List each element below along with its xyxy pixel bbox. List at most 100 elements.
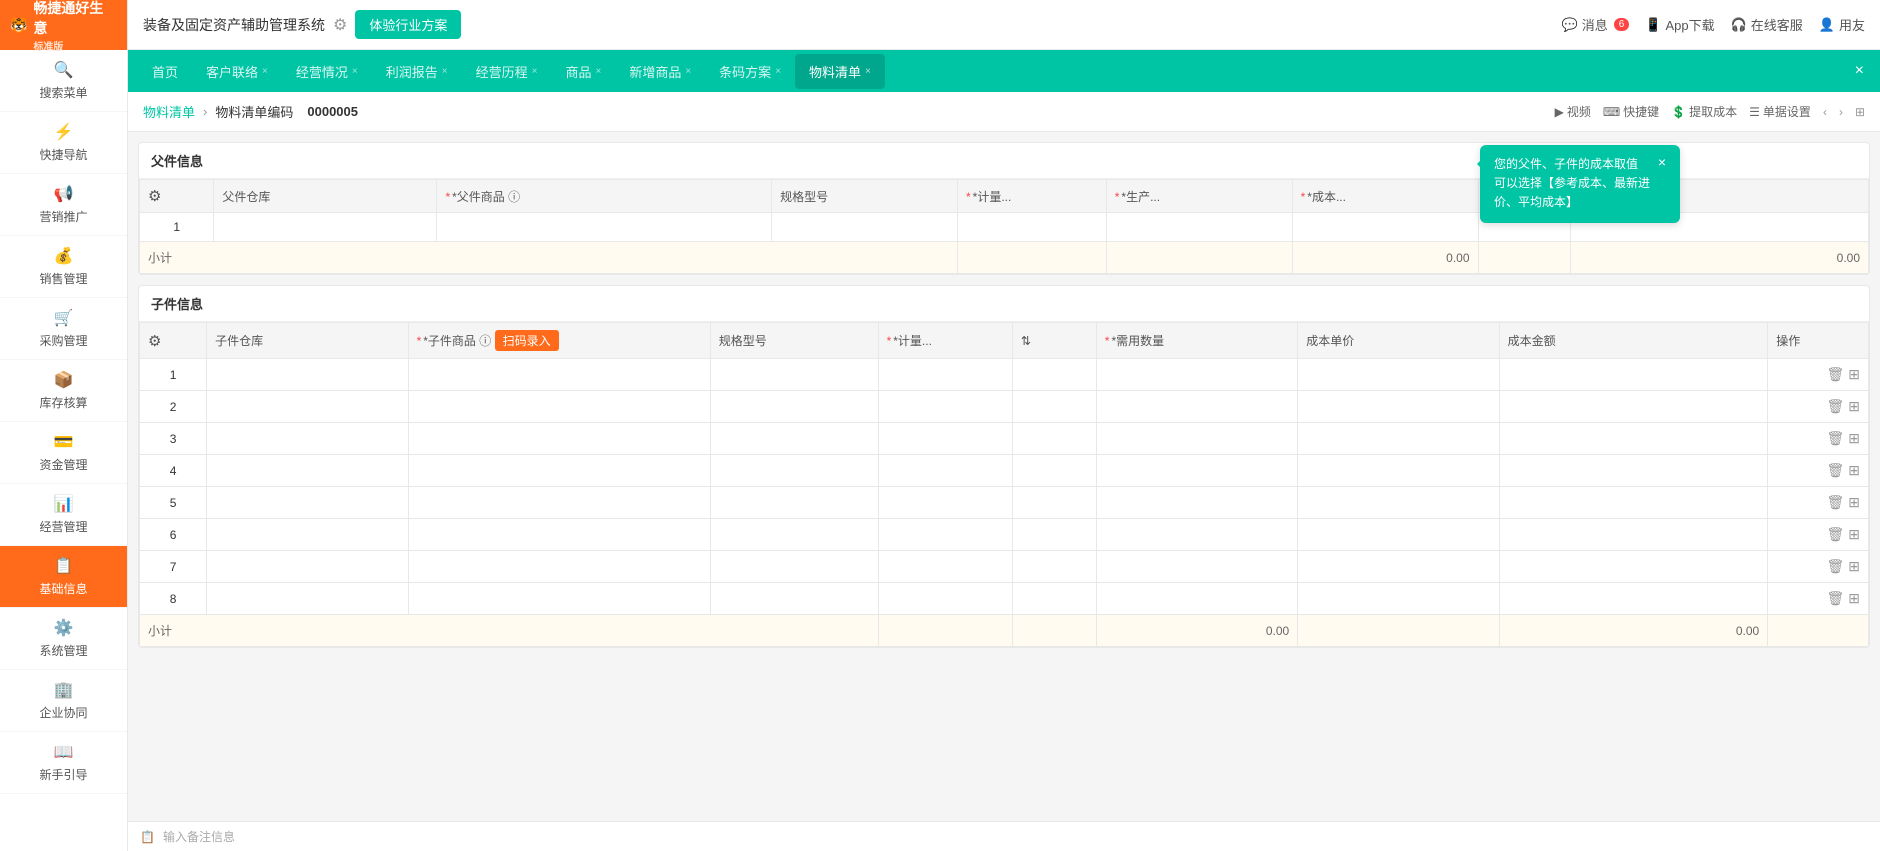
child-unit-cell-4[interactable]	[878, 455, 1012, 487]
grid-view-icon[interactable]: ⊞	[1855, 105, 1865, 119]
child-warehouse-cell-2[interactable]	[207, 391, 408, 423]
child-unit-cell-1[interactable]	[878, 359, 1012, 391]
child-qty-cell-7[interactable]	[1096, 551, 1297, 583]
child-warehouse-cell-8[interactable]	[207, 583, 408, 615]
child-warehouse-cell-1[interactable]	[207, 359, 408, 391]
copy-row-4-icon[interactable]: ⊞	[1848, 462, 1860, 479]
sidebar-item-basic-info[interactable]: 📋 基础信息	[0, 546, 127, 608]
child-unit-cell-3[interactable]	[878, 423, 1012, 455]
sidebar-item-enterprise[interactable]: 🏢 企业协同	[0, 670, 127, 732]
parent-production-cell[interactable]	[1106, 213, 1292, 242]
tab-profit-report[interactable]: 利润报告 ×	[372, 54, 462, 89]
child-spec-cell-1[interactable]	[710, 359, 878, 391]
child-qty-cell-1[interactable]	[1096, 359, 1297, 391]
sidebar-item-inventory[interactable]: 📦 库存核算	[0, 360, 127, 422]
parent-spec-cell[interactable]	[772, 213, 958, 242]
close-operations-status-icon[interactable]: ×	[352, 66, 358, 77]
close-all-tabs-icon[interactable]: ×	[1849, 62, 1870, 80]
parent-product-cell[interactable]	[437, 213, 772, 242]
nav-prev-icon[interactable]: ‹	[1823, 105, 1827, 119]
close-products-icon[interactable]: ×	[595, 66, 601, 77]
copy-row-2-icon[interactable]: ⊞	[1848, 398, 1860, 415]
child-qty-cell-8[interactable]	[1096, 583, 1297, 615]
child-warehouse-cell-7[interactable]	[207, 551, 408, 583]
copy-row-7-icon[interactable]: ⊞	[1848, 558, 1860, 575]
delete-row-5-icon[interactable]: 🗑	[1826, 494, 1844, 511]
child-qty-cell-6[interactable]	[1096, 519, 1297, 551]
child-warehouse-cell-5[interactable]	[207, 487, 408, 519]
child-unit-cost-cell-6[interactable]	[1298, 519, 1499, 551]
close-bom-icon[interactable]: ×	[865, 66, 871, 77]
child-unit-cost-cell-7[interactable]	[1298, 551, 1499, 583]
child-product-cell-3[interactable]	[408, 423, 710, 455]
sidebar-item-quick-nav[interactable]: ⚡ 快捷导航	[0, 112, 127, 174]
notes-label[interactable]: 输入备注信息	[163, 828, 235, 845]
copy-row-3-icon[interactable]: ⊞	[1848, 430, 1860, 447]
child-product-cell-8[interactable]	[408, 583, 710, 615]
delete-row-2-icon[interactable]: 🗑	[1826, 398, 1844, 415]
copy-row-6-icon[interactable]: ⊞	[1848, 526, 1860, 543]
delete-row-6-icon[interactable]: 🗑	[1826, 526, 1844, 543]
child-spec-cell-2[interactable]	[710, 391, 878, 423]
child-unit-cell-8[interactable]	[878, 583, 1012, 615]
child-product-cell-5[interactable]	[408, 487, 710, 519]
sidebar-item-finance[interactable]: 💳 资金管理	[0, 422, 127, 484]
tab-new-product[interactable]: 新增商品 ×	[615, 54, 705, 89]
close-profit-icon[interactable]: ×	[442, 66, 448, 77]
tooltip-close-button[interactable]: ×	[1658, 155, 1666, 169]
child-col-settings[interactable]: ⚙	[140, 323, 207, 359]
child-unit-cell-5[interactable]	[878, 487, 1012, 519]
support-button[interactable]: 🎧 在线客服	[1731, 15, 1803, 34]
tab-home[interactable]: 首页	[138, 54, 192, 89]
child-product-cell-1[interactable]	[408, 359, 710, 391]
hotkeys-button[interactable]: ⌨ 快捷键	[1603, 103, 1659, 120]
child-product-cell-2[interactable]	[408, 391, 710, 423]
child-warehouse-cell-6[interactable]	[207, 519, 408, 551]
copy-row-5-icon[interactable]: ⊞	[1848, 494, 1860, 511]
child-product-cell-6[interactable]	[408, 519, 710, 551]
child-unit-cell-7[interactable]	[878, 551, 1012, 583]
delete-row-1-icon[interactable]: 🗑	[1826, 366, 1844, 383]
parent-warehouse-cell[interactable]	[214, 213, 437, 242]
copy-row-8-icon[interactable]: ⊞	[1848, 590, 1860, 607]
sidebar-item-system[interactable]: ⚙️ 系统管理	[0, 608, 127, 670]
tab-customers[interactable]: 客户联络 ×	[192, 54, 282, 89]
extract-cost-button[interactable]: 💲 提取成本	[1671, 103, 1737, 120]
view-video-button[interactable]: ▶ 视频	[1555, 103, 1591, 120]
sidebar-item-operations[interactable]: 📊 经营管理	[0, 484, 127, 546]
child-spec-cell-7[interactable]	[710, 551, 878, 583]
sidebar-item-guide[interactable]: 📖 新手引导	[0, 732, 127, 794]
parent-cost-cell[interactable]	[1292, 213, 1478, 242]
child-product-cell-4[interactable]	[408, 455, 710, 487]
parent-unit-cell[interactable]	[958, 213, 1107, 242]
child-unit-cost-cell-4[interactable]	[1298, 455, 1499, 487]
delete-row-4-icon[interactable]: 🗑	[1826, 462, 1844, 479]
child-unit-cost-cell-5[interactable]	[1298, 487, 1499, 519]
tab-products[interactable]: 商品 ×	[551, 54, 615, 89]
child-qty-cell-3[interactable]	[1096, 423, 1297, 455]
child-spec-cell-8[interactable]	[710, 583, 878, 615]
nav-next-icon[interactable]: ›	[1839, 105, 1843, 119]
child-unit-cost-cell-1[interactable]	[1298, 359, 1499, 391]
messages-button[interactable]: 💬 消息 6	[1562, 15, 1630, 34]
sidebar-item-search[interactable]: 🔍 搜索菜单	[0, 50, 127, 112]
user-button[interactable]: 👤 用友	[1819, 15, 1865, 34]
child-qty-cell-2[interactable]	[1096, 391, 1297, 423]
sidebar-item-purchase[interactable]: 🛒 采购管理	[0, 298, 127, 360]
child-unit-cell-2[interactable]	[878, 391, 1012, 423]
tab-operations-status[interactable]: 经营情况 ×	[282, 54, 372, 89]
sidebar-item-marketing[interactable]: 📢 营销推广	[0, 174, 127, 236]
header-settings-icon[interactable]: ⚙	[333, 15, 347, 35]
app-download-button[interactable]: 📱 App下载	[1645, 15, 1714, 34]
tab-barcode[interactable]: 条码方案 ×	[705, 54, 795, 89]
child-spec-cell-4[interactable]	[710, 455, 878, 487]
copy-row-1-icon[interactable]: ⊞	[1848, 366, 1860, 383]
child-spec-cell-3[interactable]	[710, 423, 878, 455]
close-history-icon[interactable]: ×	[532, 66, 538, 77]
child-warehouse-cell-3[interactable]	[207, 423, 408, 455]
trial-button[interactable]: 体验行业方案	[355, 10, 461, 39]
tab-operations-history[interactable]: 经营历程 ×	[462, 54, 552, 89]
close-customers-icon[interactable]: ×	[262, 66, 268, 77]
breadcrumb-bom-list[interactable]: 物料清单	[143, 102, 195, 121]
child-spec-cell-6[interactable]	[710, 519, 878, 551]
